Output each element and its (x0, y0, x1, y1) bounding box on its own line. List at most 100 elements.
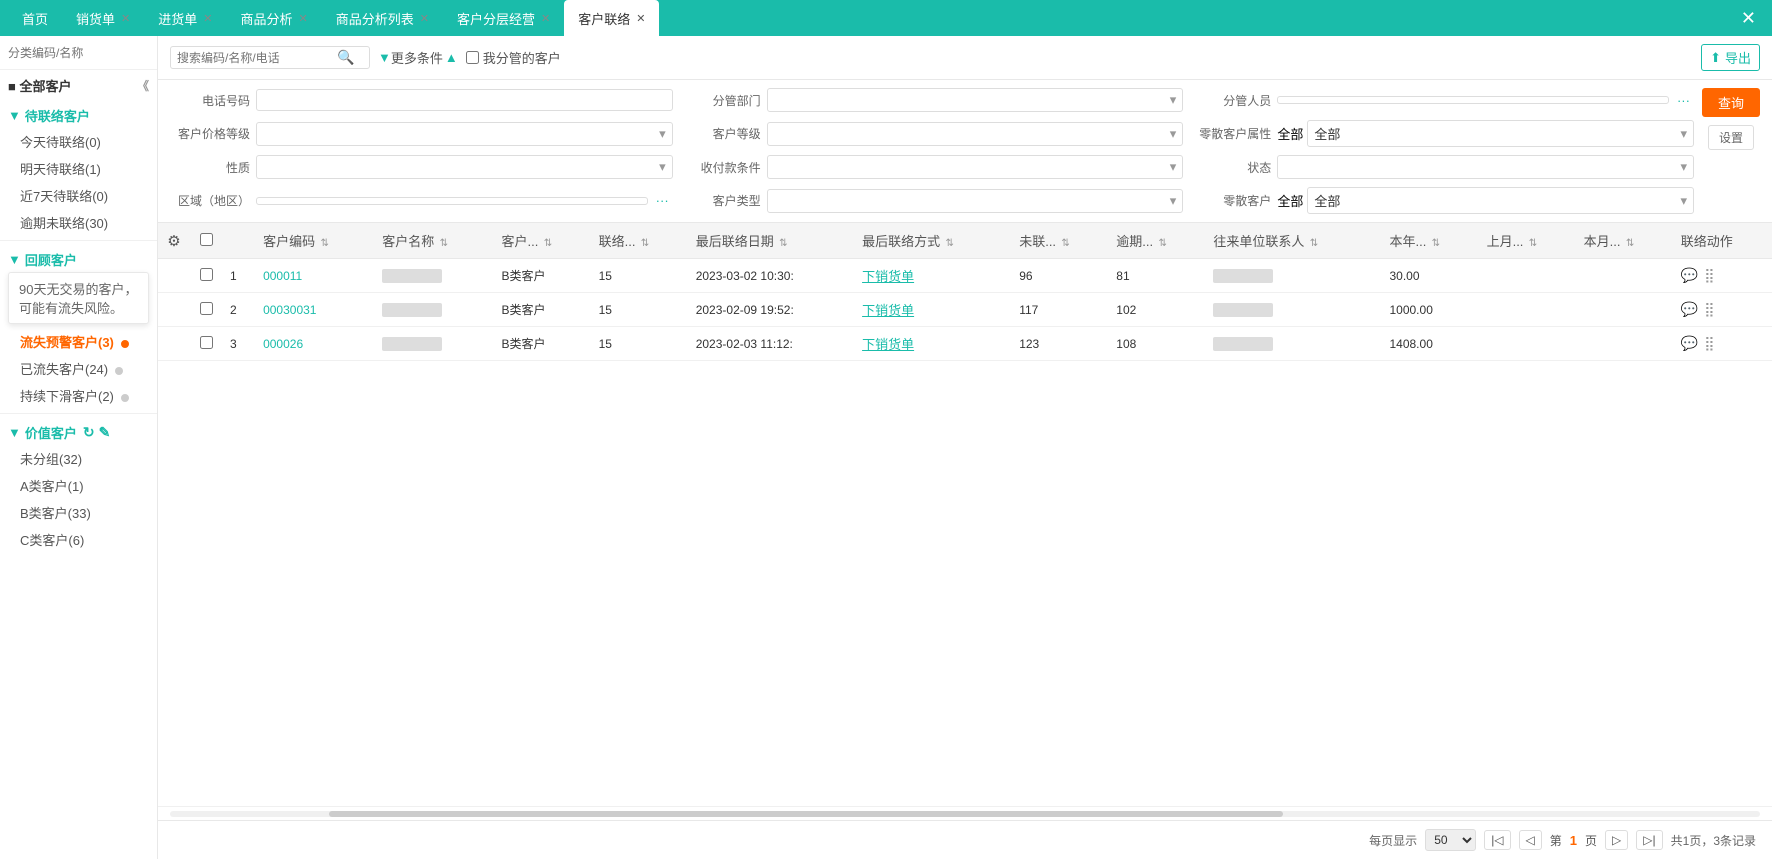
settings-button[interactable]: 设置 (1708, 125, 1754, 150)
tab-customer-link-close[interactable]: ✕ (636, 12, 645, 25)
tab-product-analysis-list[interactable]: 商品分析列表 ✕ (322, 0, 443, 36)
th-overdue[interactable]: 逾期... ⇅ (1108, 223, 1205, 259)
th-name-label: 客户名称 (382, 234, 434, 249)
tab-purchase-close[interactable]: ✕ (203, 12, 212, 25)
row-checkbox-0[interactable] (200, 268, 213, 281)
close-all-tabs-button[interactable]: ✕ (1733, 8, 1764, 29)
dept-select[interactable]: ▾ (767, 88, 1184, 112)
main-search-icon[interactable]: 🔍 (337, 49, 354, 66)
pagination-prev-button[interactable]: ◁ (1519, 830, 1542, 850)
pagination-first-button[interactable]: |◁ (1484, 830, 1510, 850)
retail-attr-select[interactable]: 全部 ▾ (1307, 120, 1694, 147)
manager-input[interactable] (1277, 96, 1669, 104)
customer-type-select[interactable]: ▾ (767, 189, 1184, 213)
contact-method-link-0[interactable]: 下销货单 (862, 269, 914, 284)
sidebar-item-declining[interactable]: 持续下滑客户(2) (0, 382, 157, 409)
th-last-contact-method[interactable]: 最后联络方式 ⇅ (854, 223, 1011, 259)
region-ellipsis[interactable]: ··· (652, 193, 673, 208)
td-code-0[interactable]: 000011 (255, 259, 374, 293)
per-page-select[interactable]: 50 20 100 (1425, 829, 1476, 851)
action-chat-icon-1[interactable]: 💬 (1681, 301, 1698, 318)
sidebar-item-type-c[interactable]: C类客户(6) (0, 526, 157, 553)
td-last-contact-method-0[interactable]: 下销货单 (854, 259, 1011, 293)
tab-sales-close[interactable]: ✕ (121, 12, 130, 25)
price-tier-select[interactable]: ▾ (256, 122, 673, 146)
action-chat-icon-2[interactable]: 💬 (1681, 335, 1698, 352)
sidebar-all-customers[interactable]: ■ 全部客户 《 (0, 70, 157, 101)
export-button[interactable]: ⬆ 导出 (1701, 44, 1760, 71)
action-more-icon-0[interactable]: ⣿ (1704, 267, 1714, 284)
th-level[interactable]: 客户... ⇅ (494, 223, 591, 259)
contact-method-link-2[interactable]: 下销货单 (862, 337, 914, 352)
th-name[interactable]: 客户名称 ⇅ (374, 223, 493, 259)
horizontal-scroll-bar[interactable] (158, 806, 1772, 820)
td-code-2[interactable]: 000026 (255, 327, 374, 361)
sidebar-item-today-pending[interactable]: 今天待联络(0) (0, 128, 157, 155)
tab-customer-link[interactable]: 客户联络 ✕ (564, 0, 659, 36)
tab-product-analysis[interactable]: 商品分析 ✕ (226, 0, 321, 36)
table-body: 1 000011 B类客户 15 2023-03-02 10:30: 下销货单 … (158, 259, 1772, 361)
select-all-checkbox[interactable] (200, 233, 213, 246)
td-checkbox-1[interactable] (190, 293, 222, 327)
td-last-contact-method-2[interactable]: 下销货单 (854, 327, 1011, 361)
pagination-next-button[interactable]: ▷ (1605, 830, 1628, 850)
tab-product-analysis-list-close[interactable]: ✕ (420, 12, 429, 25)
th-last-contact-date[interactable]: 最后联络日期 ⇅ (688, 223, 854, 259)
refresh-icon[interactable]: ↻ (83, 424, 95, 441)
nature-select[interactable]: ▾ (256, 155, 673, 179)
tab-customer-tier-close[interactable]: ✕ (541, 12, 550, 25)
sidebar-item-lost-warning[interactable]: 流失预警客户(3) (0, 328, 157, 355)
manager-ellipsis[interactable]: ··· (1673, 93, 1694, 108)
action-more-icon-2[interactable]: ⣿ (1704, 335, 1714, 352)
sidebar-item-type-b[interactable]: B类客户(33) (0, 499, 157, 526)
td-checkbox-0[interactable] (190, 259, 222, 293)
row-checkbox-2[interactable] (200, 336, 213, 349)
grid-settings-icon[interactable]: ⚙ (167, 233, 180, 250)
sidebar-item-overdue-pending[interactable]: 逾期未联络(30) (0, 209, 157, 236)
phone-input[interactable] (256, 89, 673, 111)
action-chat-icon-0[interactable]: 💬 (1681, 267, 1698, 284)
sidebar-item-tomorrow-pending[interactable]: 明天待联络(1) (0, 155, 157, 182)
sidebar-item-already-lost[interactable]: 已流失客户(24) (0, 355, 157, 382)
tab-home[interactable]: 首页 (8, 0, 62, 36)
filter-field-dept: 分管部门 ▾ (681, 88, 1184, 112)
my-customers-checkbox[interactable] (466, 51, 479, 64)
row-checkbox-1[interactable] (200, 302, 213, 315)
customer-level-select[interactable]: ▾ (767, 122, 1184, 146)
th-code[interactable]: 客户编码 ⇅ (255, 223, 374, 259)
status-select[interactable]: ▾ (1277, 155, 1694, 179)
main-search-input[interactable] (177, 51, 337, 65)
td-last-contact-method-1[interactable]: 下销货单 (854, 293, 1011, 327)
payment-select[interactable]: ▾ (767, 155, 1184, 179)
td-code-1[interactable]: 00030031 (255, 293, 374, 327)
sidebar-item-type-a[interactable]: A类客户(1) (0, 472, 157, 499)
sidebar-group-lost-title[interactable]: ▼ 回顾客户 (0, 245, 157, 272)
sidebar-search-input[interactable] (8, 46, 158, 60)
th-checkbox[interactable] (190, 223, 222, 259)
action-more-icon-1[interactable]: ⣿ (1704, 301, 1714, 318)
region-input[interactable] (256, 197, 648, 205)
th-unit-contact[interactable]: 往来单位联系人 ⇅ (1205, 223, 1381, 259)
th-contact[interactable]: 联络... ⇅ (591, 223, 688, 259)
td-checkbox-2[interactable] (190, 327, 222, 361)
tab-product-analysis-close[interactable]: ✕ (299, 12, 308, 25)
sidebar-item-7day-pending[interactable]: 近7天待联络(0) (0, 182, 157, 209)
sidebar-group-value-title[interactable]: ▼ 价值客户 ↻ ✎ (0, 418, 157, 445)
edit-icon[interactable]: ✎ (99, 424, 111, 441)
retail-customer-select[interactable]: 全部 ▾ (1307, 187, 1694, 214)
tab-customer-tier[interactable]: 客户分层经营 ✕ (443, 0, 564, 36)
sidebar-item-unclassified[interactable]: 未分组(32) (0, 445, 157, 472)
th-not-linked[interactable]: 未联... ⇅ (1011, 223, 1108, 259)
tab-purchase[interactable]: 进货单 ✕ (144, 0, 226, 36)
th-settings[interactable]: ⚙ (158, 223, 190, 259)
more-conditions-button[interactable]: ▼ 更多条件 ▲ (378, 48, 458, 67)
sidebar-group-pending-title[interactable]: ▼ 待联络客户 (0, 101, 157, 128)
th-last-month[interactable]: 上月... ⇅ (1479, 223, 1576, 259)
tab-sales[interactable]: 销货单 ✕ (62, 0, 144, 36)
th-this-year[interactable]: 本年... ⇅ (1381, 223, 1478, 259)
query-button[interactable]: 查询 (1702, 88, 1760, 117)
pagination-last-button[interactable]: ▷| (1636, 830, 1662, 850)
contact-method-link-1[interactable]: 下销货单 (862, 303, 914, 318)
scroll-bar-thumb[interactable] (329, 811, 1283, 817)
th-this-month[interactable]: 本月... ⇅ (1576, 223, 1673, 259)
